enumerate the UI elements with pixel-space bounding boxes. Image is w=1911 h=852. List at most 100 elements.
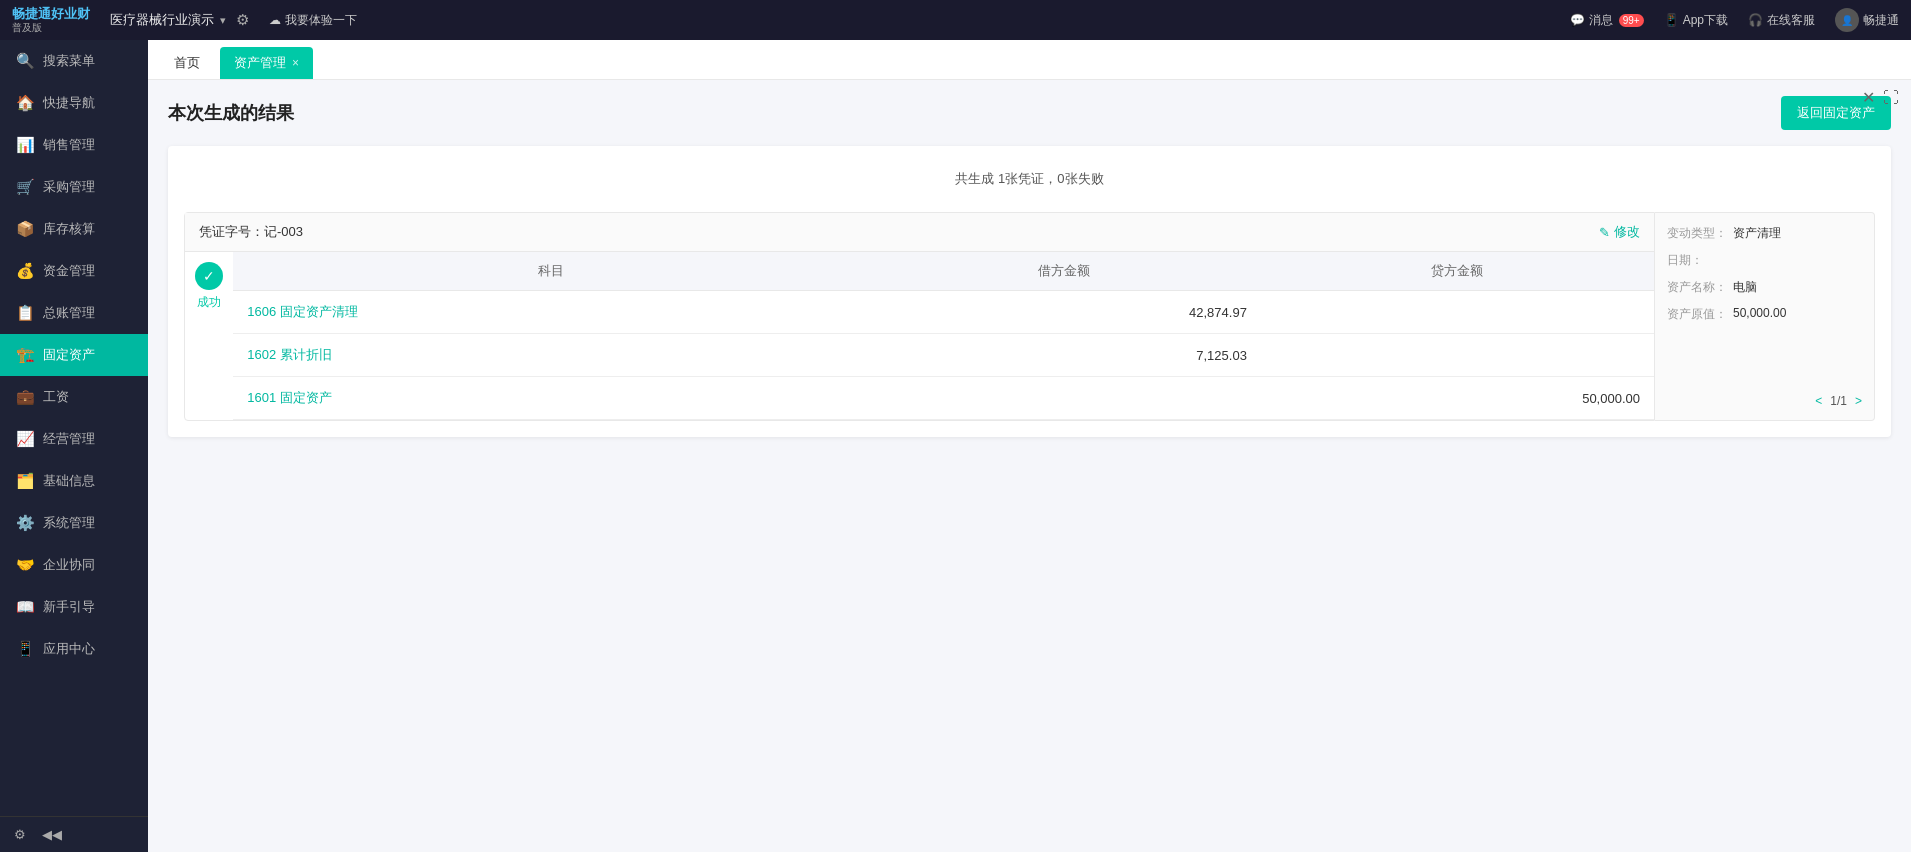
- window-controls: ✕ ⛶: [1862, 88, 1899, 107]
- message-icon: 💬: [1570, 13, 1585, 27]
- tab-asset-label: 资产管理: [234, 54, 286, 72]
- edit-icon: ✎: [1599, 225, 1610, 240]
- sidebar-item-label: 系统管理: [43, 514, 95, 532]
- tab-home-label: 首页: [174, 54, 200, 72]
- logo-title: 畅捷通好业财: [12, 6, 90, 22]
- page-header: 本次生成的结果 返回固定资产: [168, 96, 1891, 130]
- enterprise-icon: 🤝: [16, 556, 35, 574]
- sidebar-item-funds[interactable]: 💰 资金管理: [0, 250, 148, 292]
- messages-tool[interactable]: 💬 消息 99+: [1570, 12, 1644, 29]
- sidebar-item-label: 快捷导航: [43, 94, 95, 112]
- voucher-header: 凭证字号：记-003 ✎ 修改: [185, 213, 1654, 252]
- customer-service-label: 在线客服: [1767, 12, 1815, 29]
- chevron-down-icon: ▾: [220, 14, 226, 27]
- inventory-icon: 📦: [16, 220, 35, 238]
- voucher-no-label: 凭证字号：: [199, 224, 264, 239]
- tab-close-icon[interactable]: ×: [292, 56, 299, 70]
- cell-subject: 1602 累计折旧: [233, 334, 867, 377]
- prev-page-icon[interactable]: <: [1815, 394, 1822, 408]
- result-card: 共生成 1张凭证，0张失败 凭证字号：记-003 ✎ 修改: [168, 146, 1891, 437]
- gear-icon[interactable]: ⚙: [236, 11, 249, 29]
- cell-credit: 50,000.00: [1261, 377, 1654, 420]
- funds-icon: 💰: [16, 262, 35, 280]
- sidebar-item-fixed-assets[interactable]: 🏗️ 固定资产: [0, 334, 148, 376]
- expand-button[interactable]: ⛶: [1883, 89, 1899, 107]
- voucher-no-value: 记-003: [264, 224, 303, 239]
- sidebar-item-label: 基础信息: [43, 472, 95, 490]
- sidebar-item-label: 总账管理: [43, 304, 95, 322]
- sidebar-item-label: 采购管理: [43, 178, 95, 196]
- voucher-number: 凭证字号：记-003: [199, 223, 303, 241]
- next-page-icon[interactable]: >: [1855, 394, 1862, 408]
- voucher-table-area: ✓ 成功 科目 借方金额 贷方金额: [185, 252, 1654, 420]
- sidebar-item-label: 搜索菜单: [43, 52, 95, 70]
- cell-credit: [1261, 334, 1654, 377]
- close-button[interactable]: ✕: [1862, 88, 1875, 107]
- company-selector[interactable]: 医疗器械行业演示 ▾: [110, 11, 226, 29]
- sidebar-bottom: ⚙ ◀◀: [0, 816, 148, 852]
- asset-name-value: 电脑: [1733, 279, 1757, 296]
- purchase-icon: 🛒: [16, 178, 35, 196]
- app-download-tool[interactable]: 📱 App下载: [1664, 12, 1728, 29]
- date-row: 日期：: [1667, 252, 1862, 269]
- sidebar-item-basic-info[interactable]: 🗂️ 基础信息: [0, 460, 148, 502]
- avatar: 👤: [1835, 8, 1859, 32]
- collapse-icon[interactable]: ◀◀: [42, 827, 62, 842]
- system-icon: ⚙️: [16, 514, 35, 532]
- download-icon: 📱: [1664, 13, 1679, 27]
- change-type-label: 变动类型：: [1667, 225, 1727, 242]
- sidebar-item-system[interactable]: ⚙️ 系统管理: [0, 502, 148, 544]
- edit-button[interactable]: ✎ 修改: [1599, 223, 1640, 241]
- sidebar-item-search[interactable]: 🔍 搜索菜单: [0, 40, 148, 82]
- col-debit: 借方金额: [868, 252, 1261, 291]
- feedback-icon: ☁: [269, 13, 281, 27]
- sidebar-item-label: 库存核算: [43, 220, 95, 238]
- page-content: ✕ ⛶ 本次生成的结果 返回固定资产 共生成 1张凭证，0张失败: [148, 80, 1911, 852]
- messages-badge: 99+: [1619, 14, 1644, 27]
- page-info: 1/1: [1830, 394, 1847, 408]
- user-name: 畅捷通: [1863, 12, 1899, 29]
- sidebar-item-label: 应用中心: [43, 640, 95, 658]
- change-type-row: 变动类型： 资产清理: [1667, 225, 1862, 242]
- settings-icon[interactable]: ⚙: [14, 827, 26, 842]
- sidebar-item-enterprise[interactable]: 🤝 企业协同: [0, 544, 148, 586]
- sidebar-item-label: 经营管理: [43, 430, 95, 448]
- operations-icon: 📈: [16, 430, 35, 448]
- cell-debit: 7,125.03: [868, 334, 1261, 377]
- cell-credit: [1261, 291, 1654, 334]
- date-label: 日期：: [1667, 252, 1703, 269]
- tab-home[interactable]: 首页: [160, 47, 214, 79]
- sidebar-item-guide[interactable]: 📖 新手引导: [0, 586, 148, 628]
- tab-bar: 首页 资产管理 ×: [148, 40, 1911, 80]
- result-summary: 共生成 1张凭证，0张失败: [184, 162, 1875, 196]
- user-tool[interactable]: 👤 畅捷通: [1835, 8, 1899, 32]
- sidebar-item-app-center[interactable]: 📱 应用中心: [0, 628, 148, 670]
- sidebar-item-purchase[interactable]: 🛒 采购管理: [0, 166, 148, 208]
- sidebar-item-operations[interactable]: 📈 经营管理: [0, 418, 148, 460]
- fixed-assets-icon: 🏗️: [16, 346, 35, 364]
- voucher-table: 科目 借方金额 贷方金额 1606 固定资产清理42,874.971602 累计…: [233, 252, 1654, 420]
- asset-name-label: 资产名称：: [1667, 279, 1727, 296]
- logo-area: 畅捷通好业财 普及版: [12, 6, 90, 34]
- sidebar: 🔍 搜索菜单 🏠 快捷导航 📊 销售管理 🛒 采购管理 📦 库存核算 💰: [0, 40, 148, 852]
- logo-sub: 普及版: [12, 22, 90, 34]
- app-center-icon: 📱: [16, 640, 35, 658]
- sidebar-item-payroll[interactable]: 💼 工资: [0, 376, 148, 418]
- cell-debit: 42,874.97: [868, 291, 1261, 334]
- customer-service-tool[interactable]: 🎧 在线客服: [1748, 12, 1815, 29]
- sidebar-item-ledger[interactable]: 📋 总账管理: [0, 292, 148, 334]
- sidebar-item-label: 资金管理: [43, 262, 95, 280]
- home-icon: 🏠: [16, 94, 35, 112]
- sidebar-item-quick-nav[interactable]: 🏠 快捷导航: [0, 82, 148, 124]
- pagination: < 1/1 >: [1667, 386, 1862, 408]
- cell-subject: 1606 固定资产清理: [233, 291, 867, 334]
- original-value-row: 资产原值： 50,000.00: [1667, 306, 1862, 323]
- feedback-btn[interactable]: ☁ 我要体验一下: [269, 12, 357, 29]
- cell-subject: 1601 固定资产: [233, 377, 867, 420]
- sidebar-item-inventory[interactable]: 📦 库存核算: [0, 208, 148, 250]
- basic-info-icon: 🗂️: [16, 472, 35, 490]
- sidebar-item-label: 固定资产: [43, 346, 95, 364]
- sidebar-item-sales[interactable]: 📊 销售管理: [0, 124, 148, 166]
- messages-label: 消息: [1589, 12, 1613, 29]
- tab-asset-management[interactable]: 资产管理 ×: [220, 47, 313, 79]
